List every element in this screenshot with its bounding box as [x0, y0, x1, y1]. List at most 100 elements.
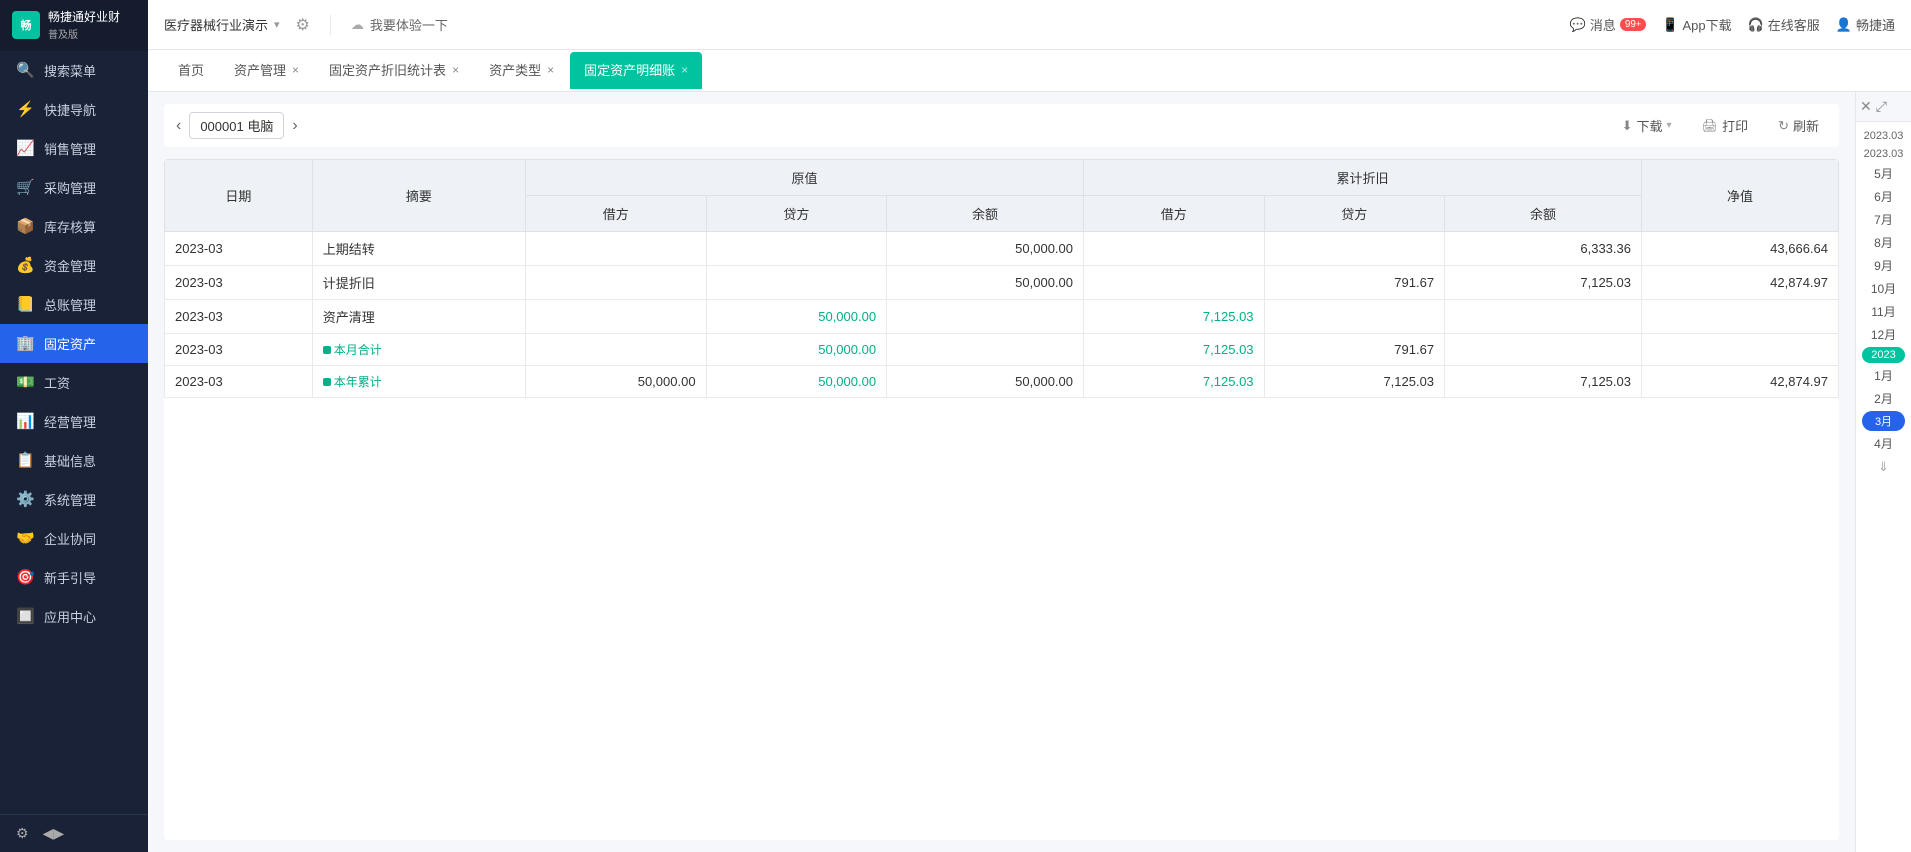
tab-depreciation_stats[interactable]: 固定资产折旧统计表× — [315, 52, 473, 89]
sidebar-footer-icons: ⚙ ◀▶ — [16, 825, 64, 842]
th-original-value: 原值 — [526, 160, 1084, 196]
sidebar-label-operations: 经营管理 — [44, 412, 96, 431]
settings-icon[interactable]: ⚙ — [16, 825, 29, 842]
quicknav-icon: ⚡ — [16, 100, 34, 118]
tab-label-asset_type: 资产类型 — [489, 60, 541, 79]
sidebar-item-search[interactable]: 🔍 搜索菜单 — [0, 51, 148, 90]
td-summary: 本年累计 — [312, 366, 525, 398]
timeline-item[interactable]: 5月 — [1856, 162, 1911, 185]
timeline-scroll-down-btn[interactable]: ⇓ — [1856, 455, 1911, 479]
sidebar-item-enterprise[interactable]: 🤝企业协同 — [0, 519, 148, 558]
app-title: 畅捷通好业财 — [48, 10, 120, 26]
sidebar-label-ledger: 总账管理 — [44, 295, 96, 314]
company-selector[interactable]: 医疗器械行业演示 ▾ — [164, 15, 280, 34]
sidebar-item-operations[interactable]: 📊经营管理 — [0, 402, 148, 441]
tab-asset_mgmt[interactable]: 资产管理× — [220, 52, 313, 89]
timeline-item[interactable]: 10月 — [1856, 277, 1911, 300]
td-summary: 本月合计 — [312, 334, 525, 366]
sidebar-item-app_center[interactable]: 🔲 应用中心 — [0, 597, 148, 636]
asset-detail-table: 日期 摘要 原值 累计折旧 净值 借方 贷方 余额 借方 贷方 余额 — [164, 159, 1839, 398]
sidebar: 畅 畅捷通好业财 普及版 🔍 搜索菜单 ⚡快捷导航📈销售管理🛒采购管理📦库存核算💰资… — [0, 0, 148, 852]
next-asset-btn[interactable]: › — [292, 117, 297, 135]
sidebar-item-basic_info[interactable]: 📋基础信息 — [0, 441, 148, 480]
messages-btn[interactable]: 💬 消息 99+ — [1570, 15, 1647, 34]
content-area: ‹ 000001 电脑 › ⬇ 下载 ▾ 🖨 打印 ↻ — [148, 92, 1911, 852]
main-panel: ‹ 000001 电脑 › ⬇ 下载 ▾ 🖨 打印 ↻ — [148, 92, 1855, 852]
tab-close-asset_detail[interactable]: × — [681, 63, 688, 77]
sidebar-item-sales[interactable]: 📈销售管理 — [0, 129, 148, 168]
timeline-item[interactable]: 9月 — [1856, 254, 1911, 277]
sidebar-label-system: 系统管理 — [44, 490, 96, 509]
online-service-btn[interactable]: 🎧 在线客服 — [1748, 15, 1820, 34]
sidebar-label-search: 搜索菜单 — [44, 61, 96, 80]
table-row: 2023-03本年累计50,000.0050,000.0050,000.007,… — [165, 366, 1839, 398]
timeline-item[interactable]: 1月 — [1856, 364, 1911, 387]
sidebar-label-app_center: 应用中心 — [44, 607, 96, 626]
sidebar-item-fixed_assets[interactable]: 🏢固定资产 — [0, 324, 148, 363]
print-btn[interactable]: 🖨 打印 — [1694, 112, 1757, 139]
sidebar-nav: 🔍 搜索菜单 ⚡快捷导航📈销售管理🛒采购管理📦库存核算💰资金管理📒总账管理🏢固定资产… — [0, 51, 148, 814]
th-orig-credit: 贷方 — [706, 196, 887, 232]
experience-btn[interactable]: ☁ 我要体验一下 — [351, 15, 448, 34]
prev-asset-btn[interactable]: ‹ — [176, 117, 181, 135]
sidebar-item-finance[interactable]: 💰资金管理 — [0, 246, 148, 285]
timeline-item[interactable]: 7月 — [1856, 208, 1911, 231]
timeline-item[interactable]: 4月 — [1856, 432, 1911, 455]
enterprise-icon: 🤝 — [16, 529, 34, 547]
topbar: 医疗器械行业演示 ▾ ⚙ ☁ 我要体验一下 💬 消息 99+ 📱 App下载 🎧 — [148, 0, 1911, 50]
tab-home[interactable]: 首页 — [164, 52, 218, 89]
tab-asset_detail[interactable]: 固定资产明细账× — [570, 52, 702, 89]
refresh-btn[interactable]: ↻ 刷新 — [1770, 112, 1827, 139]
messages-label: 消息 — [1590, 15, 1616, 34]
tab-close-depreciation_stats[interactable]: × — [452, 63, 459, 77]
timeline-scroll: 2023.032023.035月6月7月8月9月10月11月12月20231月2… — [1856, 122, 1911, 852]
collapse-icon[interactable]: ◀▶ — [43, 825, 65, 842]
timeline-item[interactable]: 6月 — [1856, 185, 1911, 208]
sidebar-item-payroll[interactable]: 💵工资 — [0, 363, 148, 402]
sidebar-item-quicknav[interactable]: ⚡快捷导航 — [0, 90, 148, 129]
download-btn[interactable]: ⬇ 下载 ▾ — [1614, 112, 1680, 139]
sidebar-item-system[interactable]: ⚙️ 系统管理 — [0, 480, 148, 519]
timeline-item[interactable]: 11月 — [1856, 300, 1911, 323]
app-download-btn[interactable]: 📱 App下载 — [1662, 15, 1731, 34]
fixed_assets-icon: 🏢 — [16, 334, 34, 352]
refresh-label: 刷新 — [1793, 116, 1819, 135]
th-summary: 摘要 — [312, 160, 525, 232]
tab-asset_type[interactable]: 资产类型 × — [475, 52, 568, 89]
timeline-expand-icon[interactable]: ⤢ — [1876, 98, 1887, 115]
system-icon: ⚙️ — [16, 490, 34, 508]
app_center-icon: 🔲 — [16, 607, 34, 625]
timeline-close-icon[interactable]: ✕ — [1860, 98, 1872, 115]
app-download-label: App下载 — [1682, 15, 1731, 34]
timeline-panel: ✕ ⤢ 2023.032023.035月6月7月8月9月10月11月12月202… — [1855, 92, 1911, 852]
tab-close-asset_type[interactable]: × — [547, 63, 554, 77]
th-accumulated-dep: 累计折旧 — [1084, 160, 1642, 196]
search-icon: 🔍 — [16, 61, 34, 79]
main-content: 医疗器械行业演示 ▾ ⚙ ☁ 我要体验一下 💬 消息 99+ 📱 App下载 🎧 — [148, 0, 1911, 852]
tab-bar: 首页资产管理×固定资产折旧统计表×资产类型×固定资产明细账× — [148, 50, 1911, 92]
sidebar-item-purchase[interactable]: 🛒采购管理 — [0, 168, 148, 207]
sidebar-label-payroll: 工资 — [44, 373, 70, 392]
download-chevron-icon: ▾ — [1667, 120, 1672, 131]
timeline-item[interactable]: 8月 — [1856, 231, 1911, 254]
th-orig-debit: 借方 — [526, 196, 707, 232]
cloud-icon: ☁ — [351, 17, 364, 33]
th-net-value: 净值 — [1641, 160, 1838, 232]
timeline-item[interactable]: 3月 — [1862, 411, 1905, 431]
sidebar-item-inventory[interactable]: 📦库存核算 — [0, 207, 148, 246]
sidebar-item-ledger[interactable]: 📒总账管理 — [0, 285, 148, 324]
sidebar-header: 畅 畅捷通好业财 普及版 — [0, 0, 148, 51]
tab-close-asset_mgmt[interactable]: × — [292, 63, 299, 77]
sidebar-label-purchase: 采购管理 — [44, 178, 96, 197]
timeline-item[interactable]: 12月 — [1856, 323, 1911, 346]
app-subtitle: 普及版 — [48, 26, 120, 41]
app-title-block: 畅捷通好业财 普及版 — [48, 10, 120, 41]
timeline-item[interactable]: 2023 — [1862, 347, 1905, 363]
sidebar-item-guide[interactable]: 🎯新手引导 — [0, 558, 148, 597]
timeline-item[interactable]: 2月 — [1856, 387, 1911, 410]
messages-badge: 99+ — [1620, 18, 1646, 31]
company-name: 医疗器械行业演示 — [164, 15, 268, 34]
settings-gear-icon[interactable]: ⚙ — [296, 15, 310, 35]
user-avatar-btn[interactable]: 👤 畅捷通 — [1836, 15, 1895, 34]
download-label: 下载 — [1637, 116, 1663, 135]
